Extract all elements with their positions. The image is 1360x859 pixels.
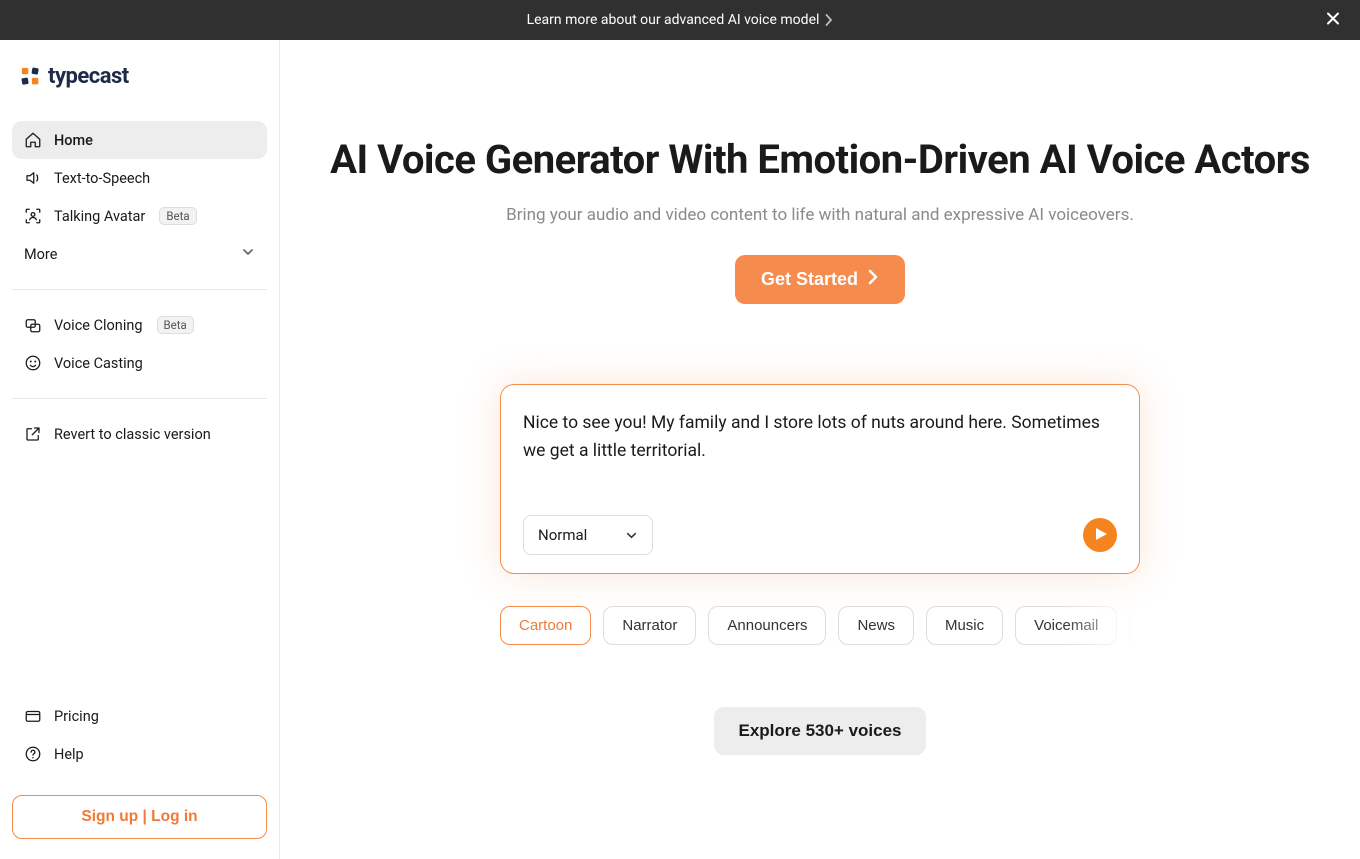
hero-subtitle: Bring your audio and video content to li… bbox=[506, 205, 1134, 225]
voice-style-select[interactable]: Normal bbox=[523, 515, 653, 555]
get-started-button[interactable]: Get Started bbox=[735, 255, 905, 304]
help-icon bbox=[24, 745, 42, 763]
sidebar-item-pricing[interactable]: Pricing bbox=[12, 697, 267, 735]
brand-logo-icon bbox=[20, 66, 42, 88]
sidebar-item-label: Voice Casting bbox=[54, 355, 143, 372]
brand-logo[interactable]: typecast bbox=[12, 64, 267, 117]
external-link-icon bbox=[24, 425, 42, 443]
main-content: AI Voice Generator With Emotion-Driven A… bbox=[280, 40, 1360, 859]
category-chips: Cartoon Narrator Announcers News Music V… bbox=[500, 606, 1140, 645]
sidebar-divider bbox=[12, 289, 267, 290]
sidebar-item-label: Talking Avatar bbox=[54, 208, 145, 225]
sidebar: typecast Home Text-to-Speech bbox=[0, 40, 280, 859]
avatar-scan-icon bbox=[24, 207, 42, 225]
chevron-right-icon bbox=[868, 269, 879, 290]
chevron-down-icon bbox=[241, 245, 255, 263]
credit-card-icon bbox=[24, 707, 42, 725]
category-chip-voicemail[interactable]: Voicemail bbox=[1015, 606, 1117, 645]
sidebar-item-revert-classic[interactable]: Revert to classic version bbox=[12, 415, 267, 453]
voice-style-value: Normal bbox=[538, 526, 587, 544]
sidebar-item-label: Home bbox=[54, 132, 93, 149]
play-icon bbox=[1093, 527, 1108, 544]
chip-label: Music bbox=[945, 617, 984, 634]
announcement-link[interactable]: Learn more about our advanced AI voice m… bbox=[527, 12, 834, 28]
announcement-bar: Learn more about our advanced AI voice m… bbox=[0, 0, 1360, 40]
chip-label: Announcers bbox=[727, 617, 807, 634]
chevron-right-icon bbox=[825, 14, 833, 26]
explore-voices-button[interactable]: Explore 530+ voices bbox=[714, 707, 925, 755]
sidebar-item-voice-casting[interactable]: Voice Casting bbox=[12, 344, 267, 382]
beta-badge: Beta bbox=[157, 316, 194, 334]
tts-preview-card: Nice to see you! My family and I store l… bbox=[500, 384, 1140, 574]
chevron-down-icon bbox=[625, 529, 638, 542]
tts-text-content[interactable]: Nice to see you! My family and I store l… bbox=[523, 409, 1117, 495]
chip-label: Cartoon bbox=[519, 617, 572, 634]
category-chip-cartoon[interactable]: Cartoon bbox=[500, 606, 591, 645]
sidebar-item-home[interactable]: Home bbox=[12, 121, 267, 159]
sidebar-item-talking-avatar[interactable]: Talking Avatar Beta bbox=[12, 197, 267, 235]
play-button[interactable] bbox=[1083, 518, 1117, 552]
category-chip-kid[interactable]: Kid bbox=[1129, 606, 1140, 645]
sidebar-divider bbox=[12, 398, 267, 399]
hero-title: AI Voice Generator With Emotion-Driven A… bbox=[330, 136, 1310, 183]
chip-label: Voicemail bbox=[1034, 617, 1098, 634]
chip-label: Narrator bbox=[622, 617, 677, 634]
category-chip-music[interactable]: Music bbox=[926, 606, 1003, 645]
auth-button[interactable]: Sign up | Log in bbox=[12, 795, 267, 839]
sidebar-item-label: Revert to classic version bbox=[54, 426, 211, 443]
sidebar-item-label: Help bbox=[54, 746, 84, 763]
home-icon bbox=[24, 131, 42, 149]
sidebar-item-label: Text-to-Speech bbox=[54, 170, 150, 187]
brand-name: typecast bbox=[48, 64, 129, 89]
category-chip-announcers[interactable]: Announcers bbox=[708, 606, 826, 645]
auth-button-label: Sign up | Log in bbox=[81, 808, 197, 825]
explore-label: Explore 530+ voices bbox=[738, 721, 901, 740]
chip-label: News bbox=[857, 617, 895, 634]
sidebar-item-more[interactable]: More bbox=[12, 235, 267, 273]
beta-badge: Beta bbox=[159, 207, 196, 225]
sidebar-item-help[interactable]: Help bbox=[12, 735, 267, 773]
category-chip-narrator[interactable]: Narrator bbox=[603, 606, 696, 645]
sidebar-item-text-to-speech[interactable]: Text-to-Speech bbox=[12, 159, 267, 197]
sidebar-item-voice-cloning[interactable]: Voice Cloning Beta bbox=[12, 306, 267, 344]
sidebar-item-label: More bbox=[24, 246, 57, 263]
voice-casting-icon bbox=[24, 354, 42, 372]
sidebar-item-label: Voice Cloning bbox=[54, 317, 143, 334]
voice-cloning-icon bbox=[24, 316, 42, 334]
cta-label: Get Started bbox=[761, 269, 858, 290]
category-chip-news[interactable]: News bbox=[838, 606, 914, 645]
announcement-text: Learn more about our advanced AI voice m… bbox=[527, 12, 820, 28]
sidebar-item-label: Pricing bbox=[54, 708, 99, 725]
speaker-icon bbox=[24, 169, 42, 187]
announcement-close-button[interactable] bbox=[1326, 12, 1340, 29]
